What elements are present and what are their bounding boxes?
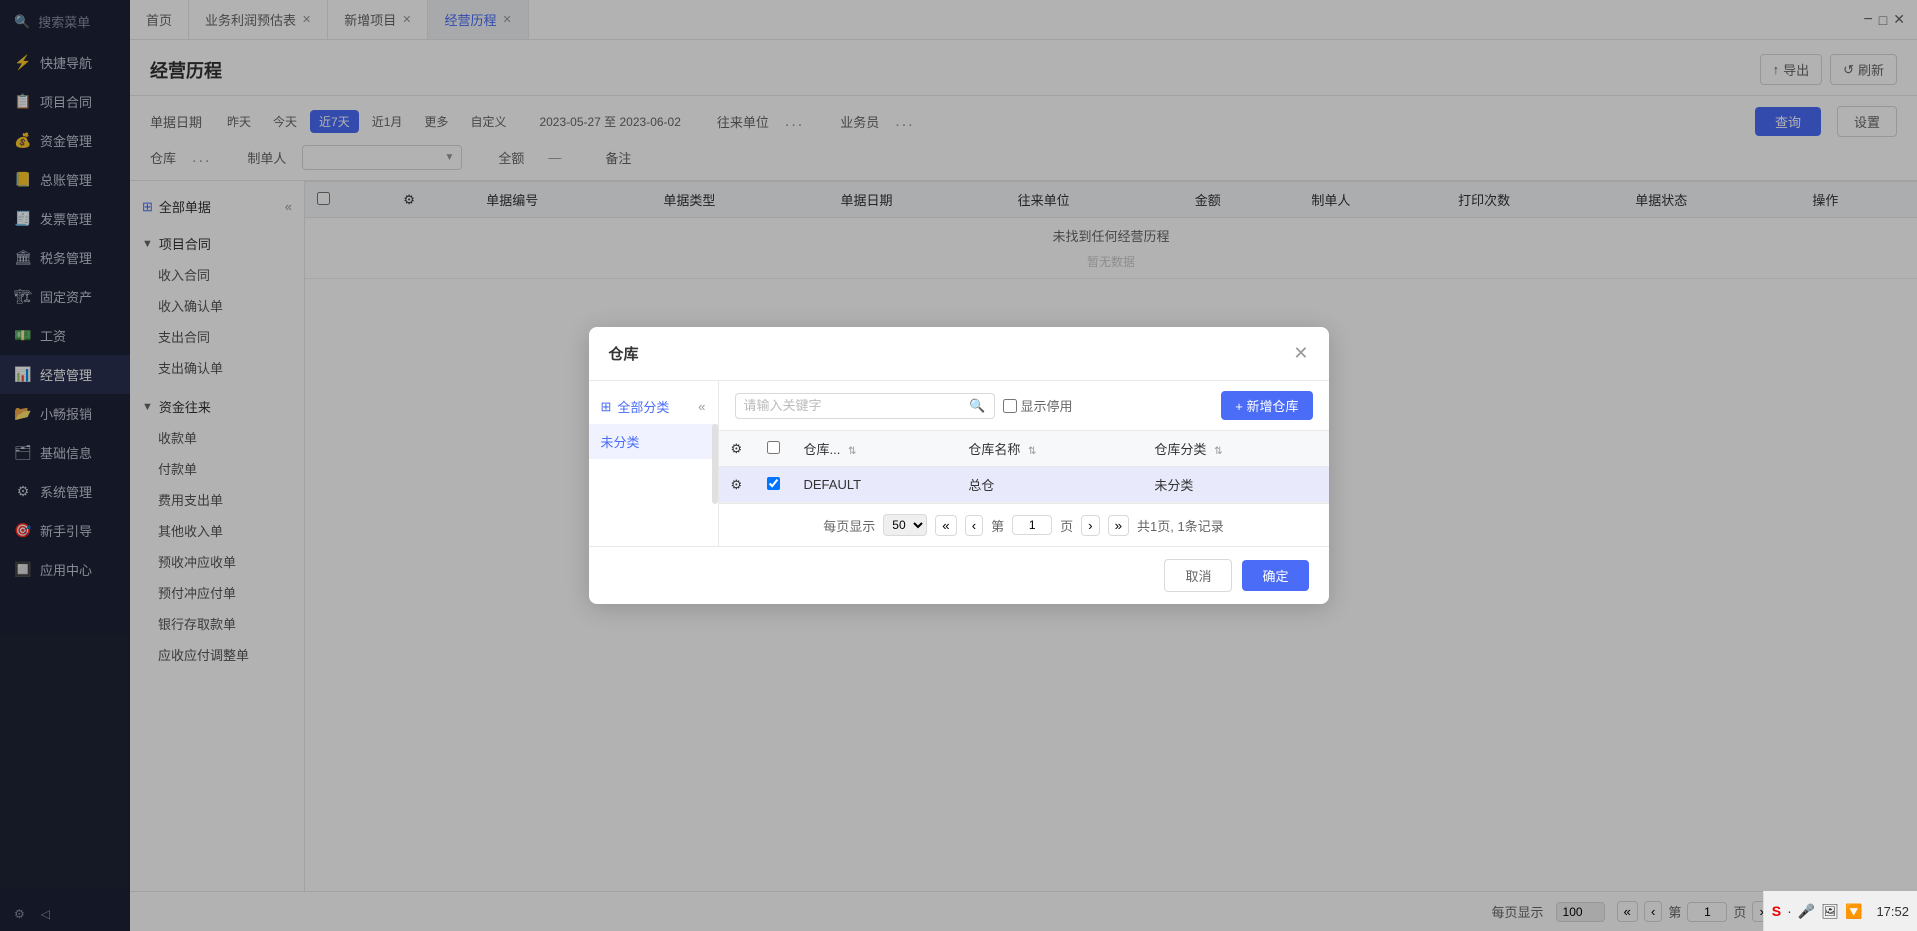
modal-first-page-btn[interactable]: « xyxy=(935,515,956,536)
search-glass-icon: 🔍 xyxy=(969,398,985,414)
modal-row-select-checkbox[interactable] xyxy=(767,477,780,490)
modal-confirm-button[interactable]: 确定 xyxy=(1242,560,1308,591)
modal-search-box: 🔍 xyxy=(735,393,995,419)
modal-left-panel: ⊞ 全部分类 « 未分类 xyxy=(589,381,719,546)
modal-right-panel: 🔍 显示停用 + 新增仓库 ⚙ xyxy=(719,381,1329,546)
modal-row-name: 总仓 xyxy=(956,467,1142,503)
modal-footer-actions: 取消 确定 xyxy=(589,546,1329,604)
modal-col-code-label: 仓库... xyxy=(804,442,841,457)
modal-col-category: 仓库分类 ⇅ xyxy=(1142,431,1328,467)
modal-category-unclassified[interactable]: 未分类 xyxy=(589,424,718,459)
modal-total-text: 共1页, 1条记录 xyxy=(1137,516,1224,535)
modal-title: 仓库 xyxy=(609,343,639,364)
system-clock: 17:52 xyxy=(1876,904,1909,919)
tray-icon-5: 🔽 xyxy=(1845,903,1862,920)
show-disabled-text: 显示停用 xyxy=(1021,396,1073,415)
modal-row-gear: ⚙ xyxy=(719,467,755,503)
show-disabled-label[interactable]: 显示停用 xyxy=(1003,396,1073,415)
modal-header: 仓库 ✕ xyxy=(589,327,1329,381)
modal-left-header[interactable]: ⊞ 全部分类 « xyxy=(589,389,718,424)
modal-col-code-sort-icon[interactable]: ⇅ xyxy=(848,446,856,457)
modal-left-scrollbar xyxy=(712,424,718,504)
modal-col-category-label: 仓库分类 xyxy=(1154,442,1206,457)
modal-page-size-select[interactable]: 50 xyxy=(883,514,927,536)
modal-all-categories-label: 全部分类 xyxy=(617,397,669,416)
modal-col-name: 仓库名称 ⇅ xyxy=(956,431,1142,467)
modal-warehouse-table: ⚙ 仓库... ⇅ 仓库名称 ⇅ xyxy=(719,431,1329,503)
modal-close-button[interactable]: ✕ xyxy=(1293,343,1308,364)
modal-search-input[interactable] xyxy=(744,398,964,413)
system-tray: S · 🎤 🖼 🔽 17:52 xyxy=(1763,891,1917,931)
modal-next-page-btn[interactable]: › xyxy=(1081,515,1099,536)
modal-col-category-sort-icon[interactable]: ⇅ xyxy=(1214,446,1222,457)
tray-icon-4: 🖼 xyxy=(1821,903,1839,920)
modal-table-header-row: ⚙ 仓库... ⇅ 仓库名称 ⇅ xyxy=(719,431,1329,467)
modal-last-page-btn[interactable]: » xyxy=(1108,515,1129,536)
add-warehouse-button[interactable]: + 新增仓库 xyxy=(1221,391,1312,420)
grid-icon-modal: ⊞ xyxy=(601,399,612,415)
tray-icon-3: 🎤 xyxy=(1798,903,1815,920)
modal-col-name-label: 仓库名称 xyxy=(968,442,1020,457)
modal-select-all-checkbox[interactable] xyxy=(767,441,780,454)
modal-page-label: 第 xyxy=(991,516,1004,535)
modal-pagination: 每页显示 50 « ‹ 第 页 › » 共1页, 1条记录 xyxy=(719,503,1329,546)
modal-table-row[interactable]: ⚙ DEFAULT 总仓 未分类 xyxy=(719,467,1329,503)
modal-col-name-sort-icon[interactable]: ⇅ xyxy=(1028,446,1036,457)
tray-icon-2: · xyxy=(1787,903,1792,919)
modal-col-gear: ⚙ xyxy=(719,431,755,467)
tray-icon-1: S xyxy=(1772,903,1781,919)
modal-col-checkbox xyxy=(755,431,792,467)
modal-row-checkbox xyxy=(755,467,792,503)
modal-col-code: 仓库... ⇅ xyxy=(792,431,957,467)
modal-page-suffix: 页 xyxy=(1060,516,1073,535)
modal-row-code: DEFAULT xyxy=(792,467,957,503)
modal-overlay[interactable]: 仓库 ✕ ⊞ 全部分类 « 未分类 xyxy=(0,0,1917,931)
modal-row-category: 未分类 xyxy=(1142,467,1328,503)
modal-body: ⊞ 全部分类 « 未分类 🔍 显示停用 xyxy=(589,381,1329,546)
modal-left-collapse-icon[interactable]: « xyxy=(698,399,705,414)
modal-toolbar: 🔍 显示停用 + 新增仓库 xyxy=(719,381,1329,431)
modal-table-wrap: ⚙ 仓库... ⇅ 仓库名称 ⇅ xyxy=(719,431,1329,503)
modal-cancel-button[interactable]: 取消 xyxy=(1164,559,1232,592)
show-disabled-checkbox[interactable] xyxy=(1003,399,1017,413)
modal-prev-page-btn[interactable]: ‹ xyxy=(965,515,983,536)
modal-page-input[interactable] xyxy=(1012,515,1052,535)
warehouse-modal: 仓库 ✕ ⊞ 全部分类 « 未分类 xyxy=(589,327,1329,604)
modal-page-size-label: 每页显示 xyxy=(823,516,875,535)
